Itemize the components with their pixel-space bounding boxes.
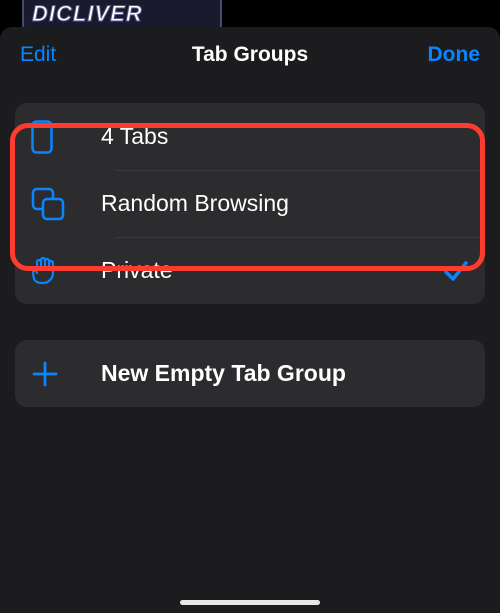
done-button[interactable]: Done <box>428 43 481 67</box>
private-row[interactable]: Private <box>15 237 485 304</box>
new-empty-tab-group-row[interactable]: New Empty Tab Group <box>15 340 485 407</box>
hand-icon <box>31 255 71 287</box>
random-browsing-label: Random Browsing <box>101 190 289 217</box>
new-group-label: New Empty Tab Group <box>101 360 346 387</box>
row-separator <box>115 170 485 171</box>
all-tabs-label: 4 Tabs <box>101 123 168 150</box>
squares-icon <box>31 187 71 221</box>
tab-groups-panel: Edit Tab Groups Done 4 Tabs Random Brows… <box>0 27 500 613</box>
all-tabs-row[interactable]: 4 Tabs <box>15 103 485 170</box>
panel-header: Edit Tab Groups Done <box>0 27 500 83</box>
home-indicator <box>180 600 320 605</box>
plus-icon <box>31 360 71 388</box>
tab-groups-list: 4 Tabs Random Browsing Private <box>15 103 485 304</box>
panel-title: Tab Groups <box>192 43 308 67</box>
background-thumbnail-text: DICLIVER <box>32 1 143 27</box>
edit-button[interactable]: Edit <box>20 43 56 67</box>
checkmark-icon <box>443 258 469 284</box>
private-label: Private <box>101 257 173 284</box>
row-separator <box>115 237 485 238</box>
phone-icon <box>31 120 71 154</box>
new-group-section: New Empty Tab Group <box>15 340 485 407</box>
random-browsing-row[interactable]: Random Browsing <box>15 170 485 237</box>
